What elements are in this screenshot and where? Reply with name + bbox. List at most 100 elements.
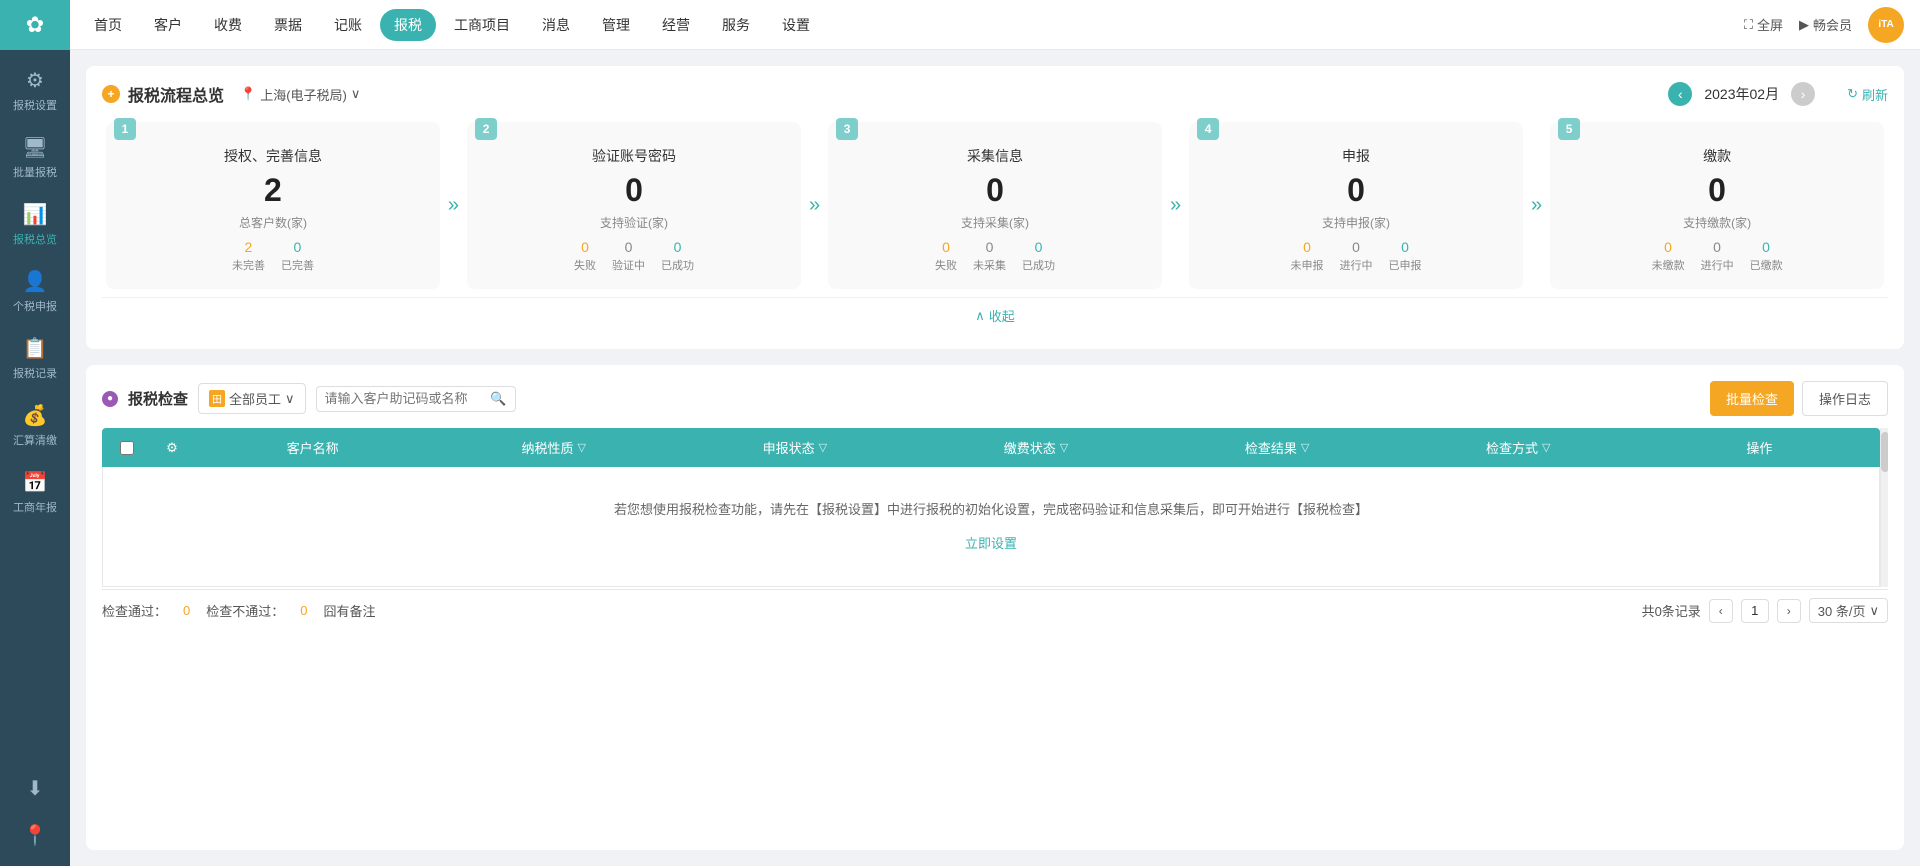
step-1-sub-1-num: 2 [245, 239, 253, 255]
th-checkbox[interactable] [102, 431, 152, 465]
next-month-button[interactable]: › [1791, 82, 1815, 106]
settings-icon[interactable]: ⚙ [166, 440, 178, 456]
step-2-sub-1[interactable]: 0 失败 [574, 239, 596, 273]
sidebar-item-batch-tax[interactable]: 🖥 批量报税 [0, 125, 70, 190]
sidebar-item-tax-overview[interactable]: 📊 报税总览 [0, 192, 70, 257]
step-5-sub-1[interactable]: 0 未缴款 [1652, 239, 1685, 273]
annual-report-icon: 📅 [23, 470, 48, 495]
prev-month-button[interactable]: ‹ [1668, 82, 1692, 106]
step-3-sub-2[interactable]: 0 未采集 [973, 239, 1006, 273]
sidebar-location[interactable]: 📍 [19, 813, 52, 858]
step-2-sub-3-label: 已成功 [661, 257, 694, 273]
th-pay-status-filter-icon[interactable]: ▽ [1060, 441, 1068, 454]
select-all-checkbox[interactable] [120, 441, 134, 455]
sidebar-item-tax-settings[interactable]: ⚙ 报税设置 [0, 58, 70, 123]
th-check-method: 检查方式 ▽ [1398, 428, 1639, 467]
step-4-sub-2[interactable]: 0 进行中 [1340, 239, 1373, 273]
sidebar-download[interactable]: ⬇ [19, 766, 52, 811]
step-2-sub-2-num: 0 [625, 239, 633, 255]
step-3-sub-2-num: 0 [986, 239, 994, 255]
step-2-sub-3-num: 0 [674, 239, 682, 255]
step-1-sub-1[interactable]: 2 未完善 [232, 239, 265, 273]
th-client-name: 客户名称 [192, 428, 433, 467]
search-input[interactable] [325, 391, 485, 406]
immediate-setup-link[interactable]: 立即设置 [965, 536, 1017, 551]
step-5-card: 5 缴款 0 支持缴款(家) 0 未缴款 0 进行中 [1550, 122, 1884, 289]
mascot-avatar[interactable]: iTA [1868, 7, 1904, 43]
location-pin-icon: 📍 [240, 86, 256, 102]
employee-filter-selector[interactable]: 田 全部员工 ∨ [198, 383, 306, 414]
nav-operation[interactable]: 经营 [648, 9, 704, 41]
table-wrapper: ⚙ 客户名称 纳税性质 ▽ 申报状态 ▽ [102, 428, 1888, 834]
th-declare-status-filter-icon[interactable]: ▽ [819, 441, 827, 454]
nav-home[interactable]: 首页 [80, 9, 136, 41]
step-2-sub-3[interactable]: 0 已成功 [661, 239, 694, 273]
step-3-sub-1[interactable]: 0 失败 [935, 239, 957, 273]
sidebar-label-tax-record: 报税记录 [13, 365, 57, 381]
tax-check-header: ● 报税检查 田 全部员工 ∨ 🔍 批量检查 操作日志 [102, 381, 1888, 416]
table-header: ⚙ 客户名称 纳税性质 ▽ 申报状态 ▽ [102, 428, 1880, 467]
nav-manage[interactable]: 管理 [588, 9, 644, 41]
table-scroll-thumb[interactable] [1881, 432, 1888, 472]
step-4-sub-2-label: 进行中 [1340, 257, 1373, 273]
th-operation: 操作 [1639, 428, 1880, 467]
th-tax-nature-label: 纳税性质 [521, 438, 573, 457]
batch-check-button[interactable]: 批量检查 [1710, 381, 1794, 416]
step-2-number: 2 [475, 118, 497, 140]
vip-button[interactable]: ▶ 畅会员 [1799, 15, 1852, 34]
nav-tax[interactable]: 报税 [380, 9, 436, 41]
step-3-card: 3 采集信息 0 支持采集(家) 0 失败 0 未采集 [828, 122, 1162, 289]
nav-fee[interactable]: 收费 [200, 9, 256, 41]
location-selector[interactable]: 📍 上海(电子税局) ∨ [240, 85, 360, 104]
check-pass-count[interactable]: 0 [183, 603, 190, 618]
step-4-sub-3-label: 已申报 [1389, 257, 1422, 273]
sidebar-item-annual-report[interactable]: 📅 工商年报 [0, 460, 70, 525]
th-check-method-filter-icon[interactable]: ▽ [1542, 441, 1550, 454]
sidebar-item-tax-record[interactable]: 📋 报税记录 [0, 326, 70, 391]
step-5-sub-2[interactable]: 0 进行中 [1701, 239, 1734, 273]
nav-invoice[interactable]: 票据 [260, 9, 316, 41]
sidebar-label-tax-overview: 报税总览 [13, 231, 57, 247]
step-4-sub-1[interactable]: 0 未申报 [1291, 239, 1324, 273]
step-5-sub-3[interactable]: 0 已缴款 [1750, 239, 1783, 273]
refresh-button[interactable]: ↻ 刷新 [1847, 85, 1888, 104]
table-scrollbar[interactable] [1880, 428, 1888, 587]
th-tax-nature-filter-icon[interactable]: ▽ [577, 441, 585, 454]
sidebar-item-settlement[interactable]: 💰 汇算清缴 [0, 393, 70, 458]
check-fail-count[interactable]: 0 [300, 603, 307, 618]
step-2-sub-2-label: 验证中 [612, 257, 645, 273]
step-1-desc: 总客户数(家) [239, 214, 307, 231]
employee-filter-label: 全部员工 [229, 389, 281, 408]
th-check-result-filter-icon[interactable]: ▽ [1301, 441, 1309, 454]
nav-accounting[interactable]: 记账 [320, 9, 376, 41]
step-2-sub-2[interactable]: 0 验证中 [612, 239, 645, 273]
operation-log-button[interactable]: 操作日志 [1802, 381, 1888, 416]
search-input-wrapper[interactable]: 🔍 [316, 386, 516, 412]
prev-page-button[interactable]: ‹ [1709, 599, 1733, 623]
th-settings[interactable]: ⚙ [152, 430, 192, 466]
nav-business[interactable]: 工商项目 [440, 9, 524, 41]
sidebar-item-personal-tax[interactable]: 👤 个税申报 [0, 259, 70, 324]
step-3-sub-3[interactable]: 0 已成功 [1022, 239, 1055, 273]
nav-message[interactable]: 消息 [528, 9, 584, 41]
step-3-desc: 支持采集(家) [961, 214, 1029, 231]
step-1-count: 2 [264, 174, 282, 206]
step-4-title: 申报 [1342, 146, 1370, 166]
per-page-selector[interactable]: 30 条/页 ∨ [1809, 598, 1888, 623]
next-page-button[interactable]: › [1777, 599, 1801, 623]
step-1-sub-2[interactable]: 0 已完善 [281, 239, 314, 273]
nav-right-area: ⛶ 全屏 ▶ 畅会员 iTA [1744, 7, 1920, 43]
step-3-number: 3 [836, 118, 858, 140]
step-4-card: 4 申报 0 支持申报(家) 0 未申报 0 进行中 [1189, 122, 1523, 289]
employee-icon: 田 [209, 390, 225, 407]
nav-settings[interactable]: 设置 [768, 9, 824, 41]
fullscreen-button[interactable]: ⛶ 全屏 [1744, 15, 1783, 34]
step-5-sub-3-num: 0 [1762, 239, 1770, 255]
search-icon[interactable]: 🔍 [490, 391, 506, 407]
step-3-sub-1-num: 0 [942, 239, 950, 255]
step-2-title: 验证账号密码 [592, 146, 676, 166]
collapse-bar[interactable]: ∧ 收起 [102, 297, 1888, 333]
nav-client[interactable]: 客户 [140, 9, 196, 41]
nav-service[interactable]: 服务 [708, 9, 764, 41]
step-4-sub-3[interactable]: 0 已申报 [1389, 239, 1422, 273]
